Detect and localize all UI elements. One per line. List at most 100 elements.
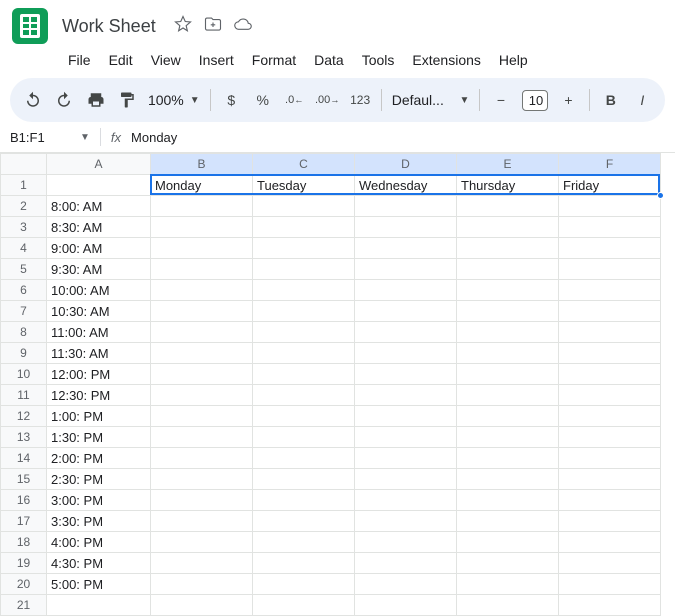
cell[interactable]: 4:30: PM <box>47 553 151 574</box>
cell[interactable] <box>47 595 151 616</box>
cell[interactable]: 2:30: PM <box>47 469 151 490</box>
menu-file[interactable]: File <box>60 48 99 72</box>
cell[interactable] <box>151 259 253 280</box>
row-header[interactable]: 17 <box>1 511 47 532</box>
cell[interactable]: 8:30: AM <box>47 217 151 238</box>
undo-icon[interactable] <box>22 87 43 113</box>
bold-button[interactable]: B <box>600 87 621 113</box>
row-header[interactable]: 4 <box>1 238 47 259</box>
menu-edit[interactable]: Edit <box>101 48 141 72</box>
select-all-corner[interactable] <box>1 154 47 175</box>
cell[interactable]: 2:00: PM <box>47 448 151 469</box>
print-icon[interactable] <box>85 87 106 113</box>
cell[interactable] <box>355 532 457 553</box>
cell[interactable] <box>151 238 253 259</box>
cell[interactable] <box>151 385 253 406</box>
cell[interactable] <box>559 301 661 322</box>
cell[interactable]: 12:00: PM <box>47 364 151 385</box>
row-header[interactable]: 5 <box>1 259 47 280</box>
cell[interactable] <box>355 238 457 259</box>
cell[interactable] <box>151 490 253 511</box>
cell[interactable]: 10:30: AM <box>47 301 151 322</box>
cell[interactable] <box>355 322 457 343</box>
cell[interactable] <box>253 217 355 238</box>
cell[interactable] <box>559 427 661 448</box>
font-size-input[interactable]: 10 <box>522 90 548 111</box>
cell[interactable] <box>253 553 355 574</box>
row-header[interactable]: 1 <box>1 175 47 196</box>
cell[interactable]: Friday <box>559 175 661 196</box>
menu-extensions[interactable]: Extensions <box>404 48 488 72</box>
zoom-select[interactable]: 100%▼ <box>148 92 200 108</box>
cell[interactable] <box>457 427 559 448</box>
cell[interactable] <box>457 574 559 595</box>
menu-insert[interactable]: Insert <box>191 48 242 72</box>
cell[interactable] <box>355 217 457 238</box>
cell[interactable]: 10:00: AM <box>47 280 151 301</box>
cell[interactable] <box>457 385 559 406</box>
cell[interactable] <box>47 175 151 196</box>
cell[interactable] <box>559 595 661 616</box>
cell[interactable] <box>253 511 355 532</box>
row-header[interactable]: 8 <box>1 322 47 343</box>
row-header[interactable]: 21 <box>1 595 47 616</box>
cell[interactable] <box>355 343 457 364</box>
cell[interactable] <box>559 343 661 364</box>
cell[interactable] <box>151 553 253 574</box>
row-header[interactable]: 13 <box>1 427 47 448</box>
cell[interactable] <box>559 490 661 511</box>
cell[interactable]: 5:00: PM <box>47 574 151 595</box>
cell[interactable] <box>457 511 559 532</box>
cell[interactable] <box>151 301 253 322</box>
cell[interactable] <box>253 301 355 322</box>
cell[interactable] <box>355 385 457 406</box>
row-header[interactable]: 2 <box>1 196 47 217</box>
cell[interactable] <box>253 574 355 595</box>
cell[interactable] <box>457 217 559 238</box>
italic-button[interactable]: I <box>632 87 653 113</box>
cell[interactable]: 8:00: AM <box>47 196 151 217</box>
cell[interactable]: 12:30: PM <box>47 385 151 406</box>
cell[interactable] <box>151 196 253 217</box>
increase-decimal-button[interactable]: .00→ <box>315 87 339 113</box>
cell[interactable] <box>355 595 457 616</box>
cell[interactable] <box>355 364 457 385</box>
cell[interactable]: 3:30: PM <box>47 511 151 532</box>
cell[interactable] <box>253 322 355 343</box>
cell[interactable] <box>151 406 253 427</box>
cell[interactable] <box>559 448 661 469</box>
row-header[interactable]: 19 <box>1 553 47 574</box>
cell[interactable] <box>559 469 661 490</box>
row-header[interactable]: 16 <box>1 490 47 511</box>
cell[interactable] <box>559 196 661 217</box>
move-icon[interactable] <box>204 15 222 38</box>
cell[interactable] <box>355 406 457 427</box>
cell[interactable]: Tuesday <box>253 175 355 196</box>
number-format-button[interactable]: 123 <box>349 87 370 113</box>
menu-format[interactable]: Format <box>244 48 304 72</box>
cell[interactable] <box>253 385 355 406</box>
cell[interactable] <box>559 553 661 574</box>
cell[interactable] <box>457 406 559 427</box>
cell[interactable] <box>253 427 355 448</box>
cell[interactable] <box>457 595 559 616</box>
column-header[interactable]: F <box>559 154 661 175</box>
cell[interactable] <box>151 343 253 364</box>
cell[interactable]: 9:00: AM <box>47 238 151 259</box>
cell[interactable]: 11:00: AM <box>47 322 151 343</box>
cell[interactable] <box>355 553 457 574</box>
column-header[interactable]: A <box>47 154 151 175</box>
font-select[interactable]: Defaul... <box>392 92 450 108</box>
cell[interactable]: Monday <box>151 175 253 196</box>
cell[interactable] <box>151 448 253 469</box>
cell[interactable] <box>457 490 559 511</box>
cell[interactable]: 1:30: PM <box>47 427 151 448</box>
row-header[interactable]: 10 <box>1 364 47 385</box>
cell[interactable] <box>355 448 457 469</box>
cell[interactable] <box>253 259 355 280</box>
cell[interactable] <box>559 532 661 553</box>
row-header[interactable]: 20 <box>1 574 47 595</box>
doc-title[interactable]: Work Sheet <box>62 16 156 37</box>
cell[interactable] <box>559 259 661 280</box>
cell[interactable]: Thursday <box>457 175 559 196</box>
